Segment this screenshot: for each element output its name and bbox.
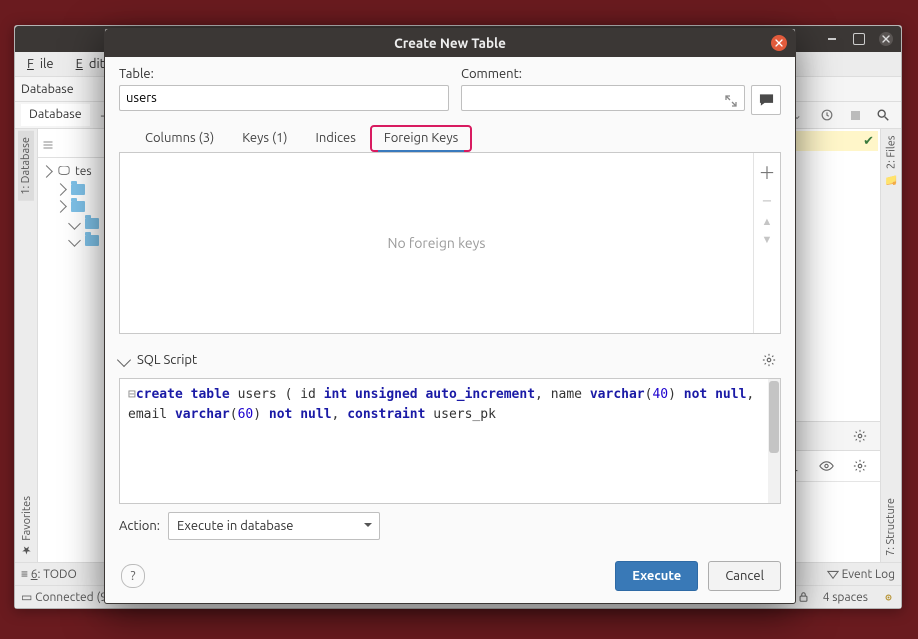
folder-icon [85, 235, 99, 246]
tree-schema-1[interactable] [42, 198, 108, 215]
dialog-tabs: Columns (3) Keys (1) Indices Foreign Key… [119, 125, 781, 153]
tab-columns[interactable]: Columns (3) [131, 125, 228, 152]
tool-tab-favorites[interactable]: ★ Favorites [18, 490, 35, 562]
close-icon[interactable] [771, 35, 787, 51]
status-indent[interactable]: 4 spaces [823, 591, 868, 604]
toolwindow-eventlog[interactable]: Event Log [827, 568, 895, 581]
tool-tab-database[interactable]: 1: Database [18, 131, 34, 201]
help-icon[interactable]: ? [121, 564, 145, 588]
sql-preview[interactable]: ⊟create table users ( id int unsigned au… [119, 378, 781, 504]
move-down-icon[interactable]: ▼ [762, 234, 773, 246]
tab-foreign-keys[interactable]: Foreign Keys [370, 125, 472, 152]
status-indicator-icon: ▭ [21, 591, 32, 604]
comment-browse-icon[interactable] [751, 85, 781, 115]
right-gutter: 📁 2: Files 7: Structure [880, 129, 901, 562]
breadcrumb[interactable]: Database [21, 82, 74, 96]
action-combo[interactable]: Execute in database [168, 512, 380, 540]
foreign-keys-list: No foreign keys ＋ − ▲ ▼ [119, 153, 781, 334]
database-tree: tes [38, 129, 109, 562]
eye-icon[interactable] [814, 454, 838, 478]
gear-icon[interactable] [757, 348, 781, 372]
gear-icon[interactable] [848, 454, 872, 478]
comment-label: Comment: [461, 67, 781, 81]
collapse-toggle-icon[interactable] [117, 353, 131, 367]
status-inspections-icon[interactable] [882, 591, 895, 604]
tab-keys[interactable]: Keys (1) [228, 125, 301, 152]
execute-button[interactable]: Execute [615, 561, 698, 591]
comment-input[interactable] [461, 85, 745, 111]
search-icon[interactable] [871, 103, 895, 127]
tool-tab-files[interactable]: 📁 2: Files [883, 129, 900, 192]
cancel-button[interactable]: Cancel [708, 561, 781, 591]
history-icon[interactable] [815, 103, 839, 127]
datasource-icon [57, 166, 71, 178]
table-name-input[interactable] [119, 85, 449, 111]
dialog-title: Create New Table [105, 29, 795, 57]
tab-indices[interactable]: Indices [302, 125, 370, 152]
gear-icon[interactable] [848, 424, 872, 448]
toolwindow-tab-database[interactable]: Database [21, 104, 90, 126]
window-minimize-icon[interactable] [825, 32, 839, 46]
empty-placeholder: No foreign keys [120, 153, 753, 333]
stop-square-icon[interactable] [843, 103, 867, 127]
folder-icon [71, 201, 85, 212]
folder-icon [71, 184, 85, 195]
menu-file[interactable]: File [21, 55, 66, 73]
tree-folder-2[interactable] [42, 215, 108, 232]
status-lock-icon[interactable] [798, 591, 809, 603]
action-label: Action: [119, 519, 160, 533]
sql-script-header[interactable]: SQL Script [119, 348, 781, 372]
add-row-icon[interactable]: ＋ [759, 159, 776, 184]
window-close-icon[interactable] [879, 32, 893, 46]
tree-schema-0[interactable] [42, 181, 108, 198]
table-label: Table: [119, 67, 449, 81]
collapse-all-icon[interactable] [42, 139, 54, 151]
window-maximize-icon[interactable] [853, 33, 865, 45]
expand-icon[interactable] [725, 95, 739, 109]
tree-folder-3[interactable] [42, 232, 108, 249]
create-table-dialog: Create New Table Table: Comment: [104, 28, 796, 604]
toolwindow-todo[interactable]: ≡ 6: TODO [21, 567, 77, 581]
left-gutter: 1: Database ★ Favorites [15, 129, 38, 562]
move-up-icon[interactable]: ▲ [762, 216, 773, 228]
remove-row-icon[interactable]: − [762, 190, 772, 210]
tree-datasource[interactable]: tes [42, 162, 108, 181]
tool-tab-structure[interactable]: 7: Structure [883, 492, 899, 562]
folder-icon [85, 218, 99, 229]
